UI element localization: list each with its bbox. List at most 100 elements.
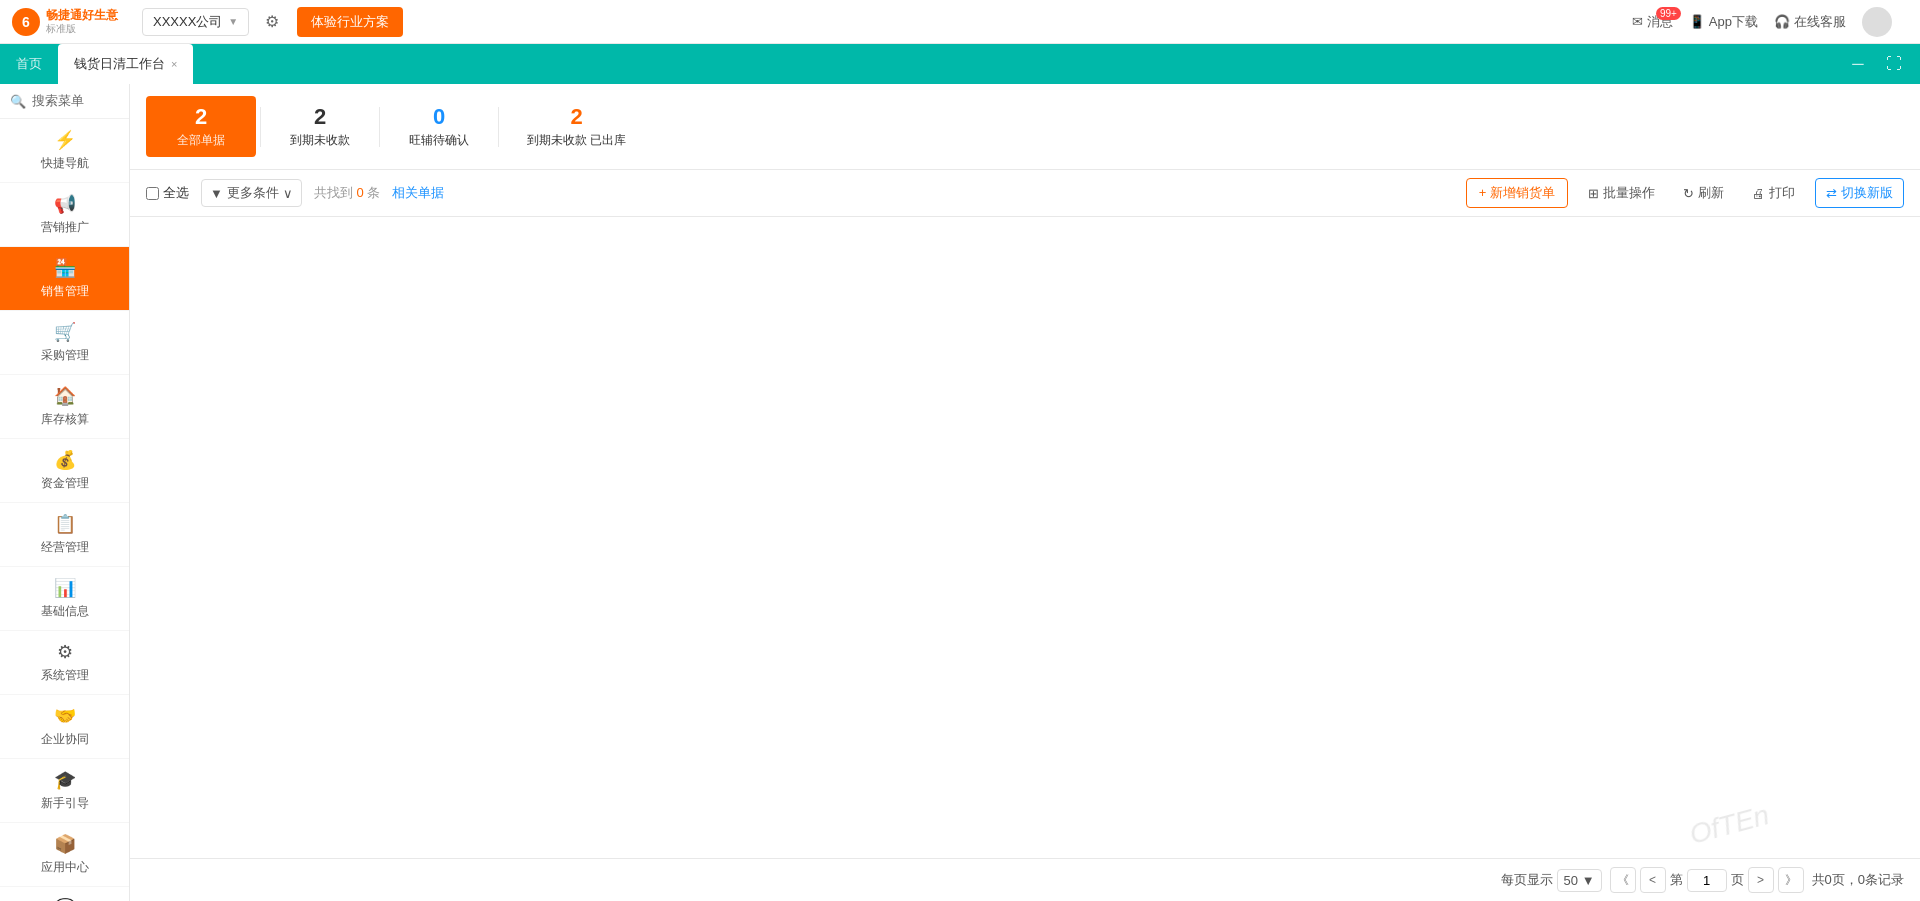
sidebar-item-quick-nav[interactable]: ⚡ 快捷导航 [0, 119, 129, 183]
tab-bar-actions: ─ ⛶ [1844, 50, 1920, 78]
total-records: 共0页，0条记录 [1812, 871, 1904, 889]
sidebar-item-label: 库存核算 [41, 411, 89, 428]
tab-active[interactable]: 钱货日清工作台 × [58, 44, 193, 84]
sidebar-item-operations[interactable]: 📋 经营管理 [0, 503, 129, 567]
page-number-input[interactable] [1687, 869, 1727, 892]
next-page-button[interactable]: > [1748, 867, 1774, 893]
company-selector[interactable]: XXXXX公司 ▼ [142, 8, 249, 36]
header-right: ✉ 消息 99+ 📱 App下载 🎧 在线客服 [1632, 7, 1908, 37]
sidebar-search[interactable]: 🔍 搜索菜单 [0, 84, 129, 119]
sidebar-item-label: 资金管理 [41, 475, 89, 492]
select-all-checkbox[interactable]: 全选 [146, 184, 189, 202]
tab-bar: 首页 钱货日清工作台 × ─ ⛶ [0, 44, 1920, 84]
page-label: 第 [1670, 871, 1683, 889]
sidebar-item-label: 新手引导 [41, 795, 89, 812]
filter-button[interactable]: ▼ 更多条件 ∨ [201, 179, 302, 207]
stat-num-all: 2 [195, 104, 207, 130]
sidebar-item-label: 基础信息 [41, 603, 89, 620]
page-suffix: 页 [1731, 871, 1744, 889]
trial-button[interactable]: 体验行业方案 [297, 7, 403, 37]
stat-separator-3 [498, 107, 499, 147]
main-layout: 🔍 搜索菜单 ⚡ 快捷导航 📢 营销推广 🏪 销售管理 🛒 采购管理 🏠 库存核… [0, 84, 1920, 901]
sidebar-item-apps[interactable]: 📦 应用中心 [0, 823, 129, 887]
sidebar-item-system[interactable]: ⚙ 系统管理 [0, 631, 129, 695]
table-area [130, 217, 1920, 858]
stat-separator-1 [260, 107, 261, 147]
select-all-input[interactable] [146, 187, 159, 200]
sidebar-item-label: 经营管理 [41, 539, 89, 556]
stat-card-all[interactable]: 2 全部单据 [146, 96, 256, 157]
sidebar-item-finance[interactable]: 💰 资金管理 [0, 439, 129, 503]
last-page-button[interactable]: 》 [1778, 867, 1804, 893]
sidebar-item-enterprise[interactable]: 🤝 企业协同 [0, 695, 129, 759]
tab-maximize-icon[interactable]: ⛶ [1880, 50, 1908, 78]
switch-version-button[interactable]: ⇄ 切换新版 [1815, 178, 1904, 208]
related-link[interactable]: 相关单据 [392, 184, 444, 202]
page-size-arrow-icon: ▼ [1582, 873, 1595, 888]
page-nav: 《 < 第 页 > 》 [1610, 867, 1804, 893]
tab-minimize-icon[interactable]: ─ [1844, 50, 1872, 78]
system-icon: ⚙ [57, 641, 73, 663]
tab-close-icon[interactable]: × [171, 58, 177, 70]
first-page-button[interactable]: 《 [1610, 867, 1636, 893]
print-button[interactable]: 🖨 打印 [1744, 179, 1803, 207]
count-prefix: 共找到 [314, 185, 353, 200]
marketing-icon: 📢 [54, 193, 76, 215]
company-name: XXXXX公司 [153, 13, 222, 31]
filter-arrow-icon: ∨ [283, 186, 293, 201]
sidebar-item-basics[interactable]: 📊 基础信息 [0, 567, 129, 631]
inventory-icon: 🏠 [54, 385, 76, 407]
message-item[interactable]: ✉ 消息 99+ [1632, 13, 1673, 31]
stat-card-shipped[interactable]: 2 到期未收款 已出库 [503, 96, 650, 157]
stat-num-pending: 0 [433, 104, 445, 130]
app-download-item[interactable]: 📱 App下载 [1689, 13, 1758, 31]
enterprise-icon: 🤝 [54, 705, 76, 727]
purchase-icon: 🛒 [54, 321, 76, 343]
content-area: 2 全部单据 2 到期未收款 0 旺辅待确认 2 到期未收款 已出库 [130, 84, 1920, 901]
sidebar-item-label: 应用中心 [41, 859, 89, 876]
new-order-label: + 新增销货单 [1479, 184, 1555, 202]
stat-num-shipped: 2 [571, 104, 583, 130]
sidebar-item-sales[interactable]: 🏪 销售管理 [0, 247, 129, 311]
avatar[interactable] [1862, 7, 1892, 37]
refresh-icon: ↻ [1683, 186, 1694, 201]
message-icon: ✉ [1632, 14, 1643, 29]
refresh-label: 刷新 [1698, 184, 1724, 202]
toolbar-count: 共找到 0 条 [314, 184, 380, 202]
sidebar-item-guide[interactable]: 🎓 新手引导 [0, 759, 129, 823]
prev-page-button[interactable]: < [1640, 867, 1666, 893]
online-service-label: 在线客服 [1794, 13, 1846, 31]
switch-icon: ⇄ [1826, 186, 1837, 201]
sidebar-item-label: 系统管理 [41, 667, 89, 684]
stats-bar: 2 全部单据 2 到期未收款 0 旺辅待确认 2 到期未收款 已出库 [130, 84, 1920, 170]
operations-icon: 📋 [54, 513, 76, 535]
batch-operation-button[interactable]: ⊞ 批量操作 [1580, 179, 1663, 207]
settings-icon[interactable]: ⚙ [257, 7, 287, 37]
tab-active-label: 钱货日清工作台 [74, 55, 165, 73]
sidebar-item-label: 快捷导航 [41, 155, 89, 172]
online-service-item[interactable]: 🎧 在线客服 [1774, 13, 1846, 31]
count-unit: 条 [367, 185, 380, 200]
sidebar-item-wechat[interactable]: 💬 企业微信 [0, 887, 129, 901]
page-size-select: 每页显示 50 ▼ [1501, 869, 1602, 892]
finance-icon: 💰 [54, 449, 76, 471]
sidebar-item-inventory[interactable]: 🏠 库存核算 [0, 375, 129, 439]
stat-card-pending[interactable]: 0 旺辅待确认 [384, 96, 494, 157]
page-size-dropdown[interactable]: 50 ▼ [1557, 869, 1602, 892]
sales-icon: 🏪 [54, 257, 76, 279]
wechat-icon: 💬 [54, 897, 76, 901]
tab-home[interactable]: 首页 [0, 44, 58, 84]
message-badge: 99+ [1656, 7, 1681, 20]
stat-label-overdue: 到期未收款 [290, 132, 350, 149]
logo-main-text: 畅捷通好生意 [46, 8, 118, 22]
logo-sub-text: 标准版 [46, 23, 118, 35]
apps-icon: 📦 [54, 833, 76, 855]
new-order-button[interactable]: + 新增销货单 [1466, 178, 1568, 208]
refresh-button[interactable]: ↻ 刷新 [1675, 179, 1732, 207]
stat-label-pending: 旺辅待确认 [409, 132, 469, 149]
tab-home-label: 首页 [16, 55, 42, 73]
logo-area: 6 畅捷通好生意 标准版 [12, 8, 142, 36]
sidebar-item-marketing[interactable]: 📢 营销推广 [0, 183, 129, 247]
stat-card-overdue[interactable]: 2 到期未收款 [265, 96, 375, 157]
sidebar-item-purchase[interactable]: 🛒 采购管理 [0, 311, 129, 375]
